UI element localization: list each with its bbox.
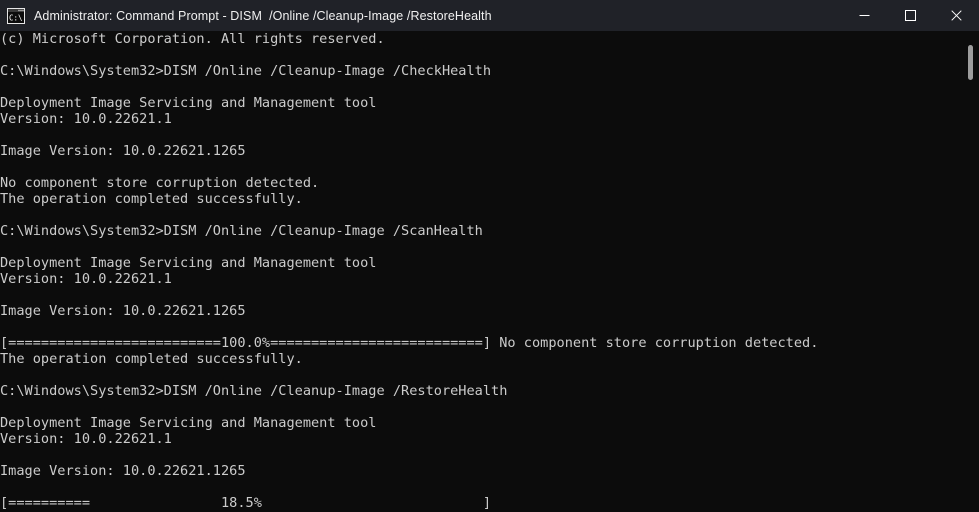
console-output-area[interactable]: (c) Microsoft Corporation. All rights re… (0, 31, 979, 512)
title-bar[interactable]: C:\. Administrator: Command Prompt - DIS… (0, 0, 979, 31)
window-title: Administrator: Command Prompt - DISM /On… (34, 8, 492, 23)
window-controls (841, 0, 979, 31)
minimize-button[interactable] (841, 0, 887, 31)
console-text: (c) Microsoft Corporation. All rights re… (0, 31, 819, 511)
command-prompt-icon: C:\. (7, 7, 27, 24)
console-scrollbar[interactable] (962, 31, 979, 512)
command-prompt-window: C:\. Administrator: Command Prompt - DIS… (0, 0, 979, 512)
maximize-button[interactable] (887, 0, 933, 31)
svg-text:C:\.: C:\. (9, 13, 25, 22)
close-button[interactable] (933, 0, 979, 31)
scrollbar-thumb[interactable] (968, 45, 973, 80)
title-bar-left: C:\. Administrator: Command Prompt - DIS… (0, 7, 841, 24)
